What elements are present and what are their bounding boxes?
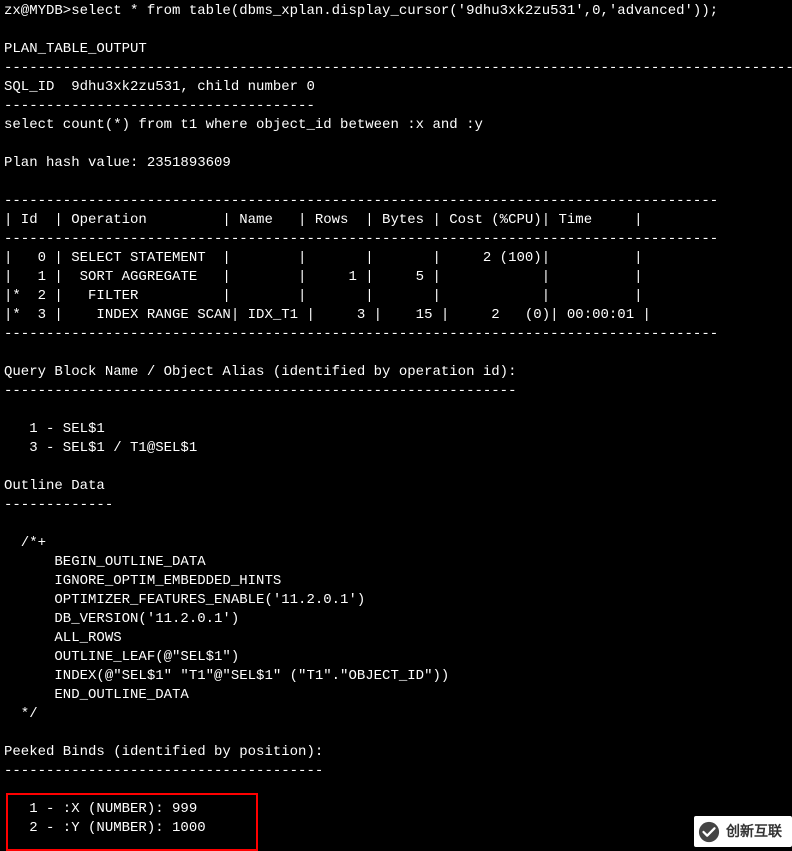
table-border: ----------------------------------------…: [4, 231, 718, 247]
watermark-logo-icon: [698, 821, 720, 843]
separator: ----------------------------------------…: [4, 383, 516, 399]
table-row: | 1 | SORT AGGREGATE | | 1 | 5 | | |: [4, 269, 643, 285]
outline-hint: OUTLINE_LEAF(@"SEL$1"): [4, 649, 239, 665]
table-row: | 0 | SELECT STATEMENT | | | | 2 (100)| …: [4, 250, 643, 266]
outline-hint: DB_VERSION('11.2.0.1'): [4, 611, 239, 627]
terminal-output: zx@MYDB>select * from table(dbms_xplan.d…: [0, 0, 792, 851]
query-block-line: 1 - SEL$1: [4, 421, 105, 437]
outline-open: /*+: [4, 535, 46, 551]
sql-id-line: SQL_ID 9dhu3xk2zu531, child number 0: [4, 79, 315, 95]
query-block-line: 3 - SEL$1 / T1@SEL$1: [4, 440, 197, 456]
bind-line: 1 - :X (NUMBER): 999: [4, 801, 197, 817]
outline-close: */: [4, 706, 38, 722]
outline-hint: INDEX(@"SEL$1" "T1"@"SEL$1" ("T1"."OBJEC…: [4, 668, 449, 684]
table-row: |* 2 | FILTER | | | | | |: [4, 288, 643, 304]
separator: ----------------------------------------…: [4, 60, 792, 76]
bind-line: 2 - :Y (NUMBER): 1000: [4, 820, 206, 836]
table-border: ----------------------------------------…: [4, 193, 718, 209]
peeked-binds-title: Peeked Binds (identified by position):: [4, 744, 323, 760]
outline-hint: END_OUTLINE_DATA: [4, 687, 189, 703]
watermark: 创新互联: [694, 816, 792, 847]
outline-hint: OPTIMIZER_FEATURES_ENABLE('11.2.0.1'): [4, 592, 365, 608]
separator: -------------: [4, 497, 113, 513]
plan-hash-line: Plan hash value: 2351893609: [4, 155, 231, 171]
plan-table-output-label: PLAN_TABLE_OUTPUT: [4, 41, 147, 57]
query-block-title: Query Block Name / Object Alias (identif…: [4, 364, 516, 380]
outline-hint: IGNORE_OPTIM_EMBEDDED_HINTS: [4, 573, 281, 589]
table-header: | Id | Operation | Name | Rows | Bytes |…: [4, 212, 643, 228]
outline-title: Outline Data: [4, 478, 105, 494]
table-border: ----------------------------------------…: [4, 326, 718, 342]
separator: -------------------------------------: [4, 98, 315, 114]
table-row: |* 3 | INDEX RANGE SCAN| IDX_T1 | 3 | 15…: [4, 307, 651, 323]
outline-hint: ALL_ROWS: [4, 630, 122, 646]
separator: --------------------------------------: [4, 763, 323, 779]
outline-hint: BEGIN_OUTLINE_DATA: [4, 554, 206, 570]
prompt-line: zx@MYDB>select * from table(dbms_xplan.d…: [4, 3, 718, 19]
watermark-text: 创新互联: [726, 823, 782, 839]
query-text: select count(*) from t1 where object_id …: [4, 117, 483, 133]
